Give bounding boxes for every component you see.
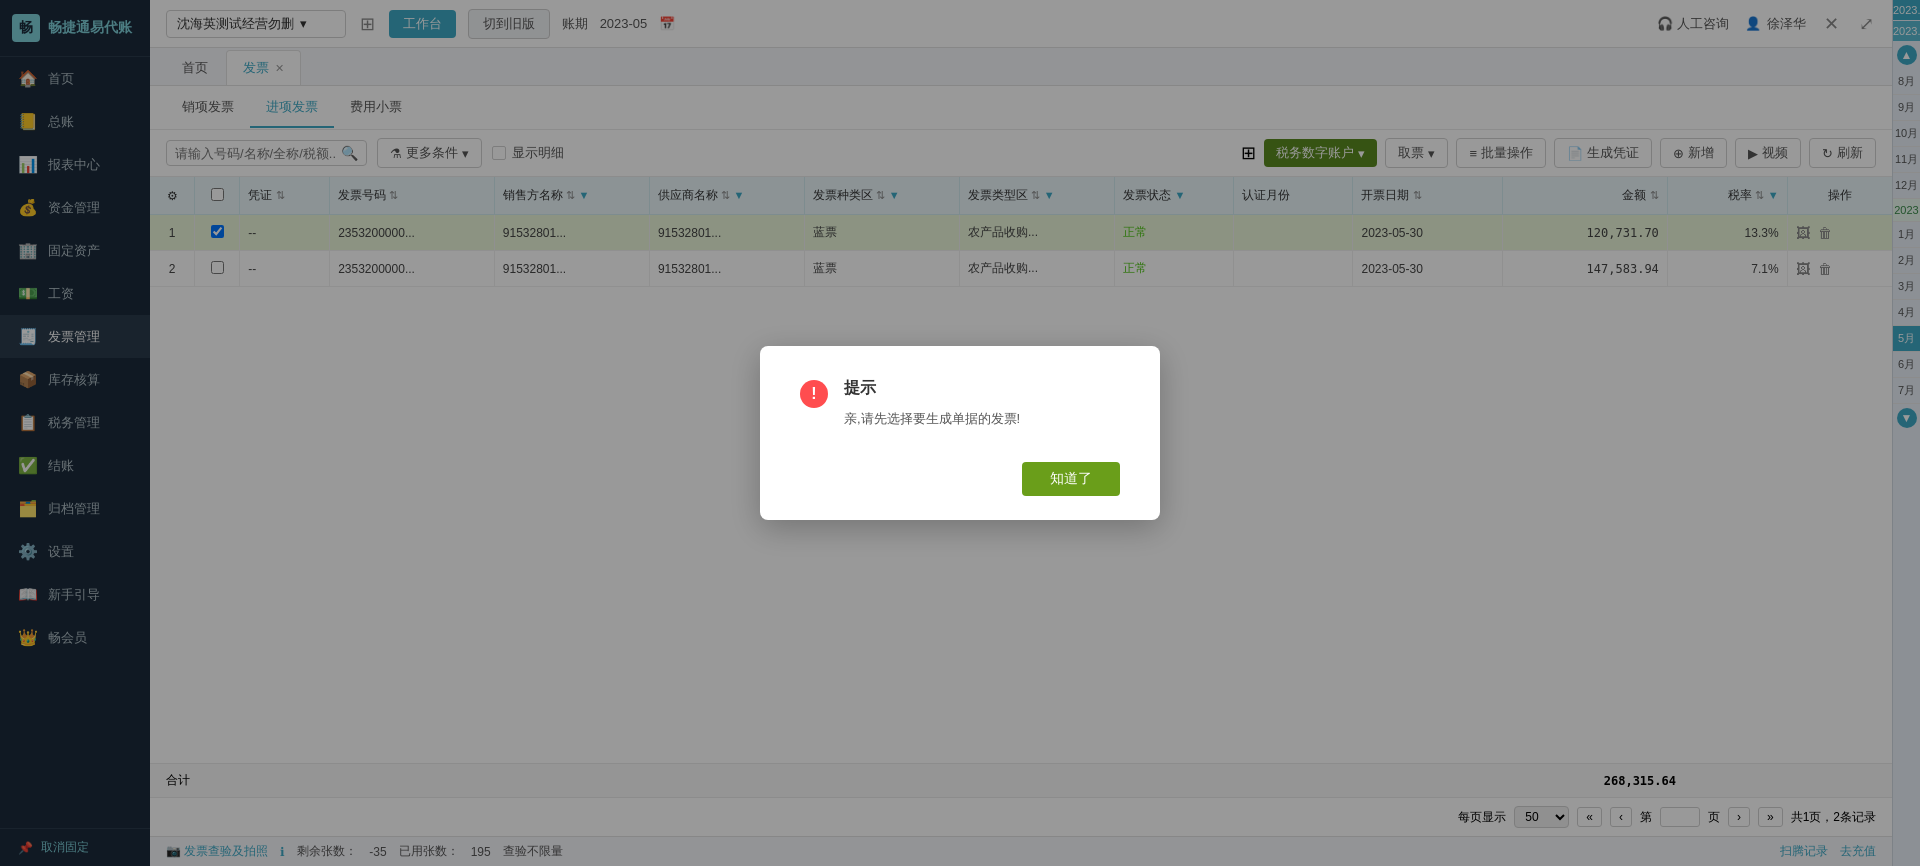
- modal-content: 提示 亲,请先选择要生成单据的发票!: [844, 378, 1120, 430]
- modal-footer: 知道了: [760, 450, 1160, 520]
- modal-overlay[interactable]: ! 提示 亲,请先选择要生成单据的发票! 知道了: [0, 0, 1920, 866]
- modal-message: 亲,请先选择要生成单据的发票!: [844, 409, 1120, 430]
- modal-body: ! 提示 亲,请先选择要生成单据的发票!: [760, 346, 1160, 450]
- modal-dialog: ! 提示 亲,请先选择要生成单据的发票! 知道了: [760, 346, 1160, 520]
- modal-confirm-button[interactable]: 知道了: [1022, 462, 1120, 496]
- modal-title: 提示: [844, 378, 1120, 399]
- app-container: 畅 畅捷通易代账 🏠 首页 📒 总账 📊 报表中心 💰 资金管理 🏢 固定资产 …: [0, 0, 1920, 866]
- modal-alert-icon: !: [800, 380, 828, 408]
